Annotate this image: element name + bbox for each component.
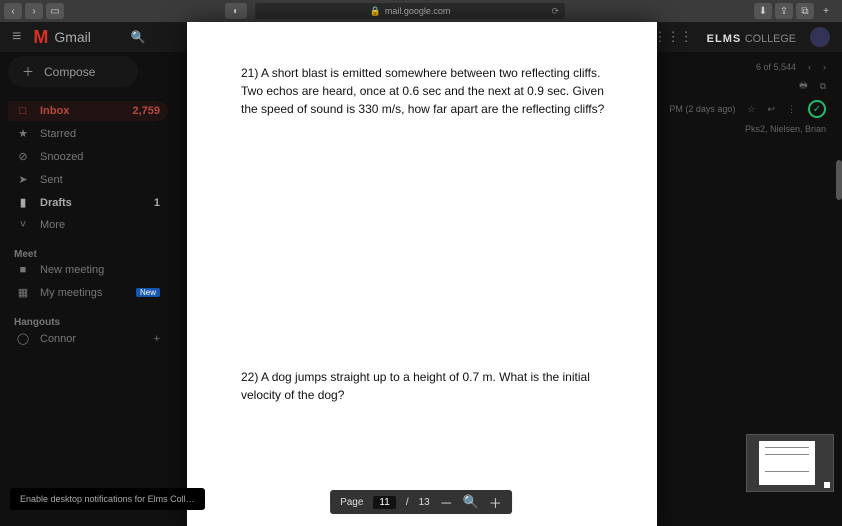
chevron-down-icon: ˅ (16, 219, 30, 231)
gmail-brand: Gmail (54, 29, 91, 45)
pdf-toolbar: Page 11 / 13 － 🔍 ＋ (330, 490, 512, 514)
reload-icon[interactable]: ⟳ (551, 6, 559, 17)
address-url: mail.google.com (385, 6, 451, 16)
zoom-out-button[interactable]: － (440, 493, 453, 512)
browser-toolbar: ‹ › ▭ ◐ 🔒 mail.google.com ⟳ ⬇ ⇪ ⧉ + (0, 0, 842, 22)
reader-mode-button[interactable]: ◐ (225, 3, 247, 19)
pager-text: 6 of 5,544 (756, 62, 796, 72)
sidebar-item-label: Drafts (40, 197, 144, 209)
mail-toolbar-faint: 6 of 5,544 ‹ › 🖶 ⧉ PM (2 days ago) ☆ ↩ ⋮… (656, 62, 826, 140)
sidebar-item-label: Sent (40, 174, 160, 186)
print-icon[interactable]: 🖶 (799, 78, 808, 94)
thumbnail-page (759, 441, 815, 485)
pdf-page-current[interactable]: 11 (373, 496, 395, 509)
toast-text: Enable desktop notifications for Elms Co… (20, 494, 195, 504)
tabs-button[interactable]: ⧉ (796, 3, 814, 19)
verified-icon: ✓ (808, 100, 826, 118)
download-button[interactable]: ⬇ (754, 3, 772, 19)
sidebar-item-new-meeting[interactable]: ■ New meeting (8, 260, 168, 280)
scrollbar-thumb[interactable] (836, 160, 842, 200)
inbox-count: 2,759 (132, 105, 160, 117)
sidebar-item-label: Connor (40, 333, 144, 345)
sidebar-item-sent[interactable]: ➤ Sent (8, 169, 168, 190)
star-outline-icon[interactable]: ☆ (747, 104, 755, 115)
share-button[interactable]: ⇪ (775, 3, 793, 19)
sidebar-item-label: Inbox (40, 105, 122, 117)
menu-icon[interactable]: ≡ (12, 28, 21, 46)
sidebar-item-label: My meetings (40, 287, 126, 299)
gmail-m-icon: M (33, 27, 48, 48)
new-tab-button[interactable]: + (817, 3, 835, 19)
zoom-reset-button[interactable]: 🔍 (463, 494, 479, 510)
sidebar-item-label: Snoozed (40, 151, 160, 163)
next-button[interactable]: › (823, 62, 826, 72)
more-icon[interactable]: ⋮ (787, 104, 796, 115)
meet-section-title: Meet (8, 249, 168, 260)
sidebar-item-starred[interactable]: ★ Starred (8, 123, 168, 144)
sidebar-item-hangouts-user[interactable]: ◯ Connor + (8, 328, 168, 349)
sidebar-toggle-button[interactable]: ▭ (46, 3, 64, 19)
sidebar-item-label: Starred (40, 128, 160, 140)
pdf-thumbnail[interactable] (746, 434, 834, 492)
pdf-document: 21) A short blast is emitted somewhere b… (187, 22, 657, 526)
back-button[interactable]: ‹ (4, 3, 22, 19)
thumbnail-resize-handle[interactable] (824, 482, 830, 488)
lock-icon: 🔒 (370, 6, 381, 17)
mail-meta-time: PM (2 days ago) (669, 104, 735, 114)
avatar[interactable] (810, 27, 830, 47)
video-icon: ■ (16, 264, 30, 276)
pdf-page-total: 13 (419, 497, 430, 508)
popout-icon[interactable]: ⧉ (820, 81, 826, 92)
search-icon[interactable]: 🔍 (131, 30, 146, 44)
sidebar-item-label: New meeting (40, 264, 160, 276)
star-icon: ★ (16, 127, 30, 140)
clock-icon: ⊘ (16, 150, 30, 163)
prev-button[interactable]: ‹ (808, 62, 811, 72)
mail-meta-from: Pks2, Nielsen, Brian (745, 124, 826, 134)
forward-button[interactable]: › (25, 3, 43, 19)
sidebar-item-more[interactable]: ˅ More (8, 215, 168, 235)
user-icon: ◯ (16, 332, 30, 345)
hangouts-section-title: Hangouts (8, 317, 168, 328)
address-bar[interactable]: 🔒 mail.google.com ⟳ (255, 3, 565, 19)
question-22: 22) A dog jumps straight up to a height … (241, 368, 611, 404)
sent-icon: ➤ (16, 173, 30, 186)
meetings-icon: ▦ (16, 286, 30, 299)
compose-button[interactable]: ＋ Compose (8, 56, 138, 87)
sidebar-item-my-meetings[interactable]: ▦ My meetings New (8, 282, 168, 303)
gmail-logo: M Gmail (33, 27, 91, 48)
plus-icon[interactable]: + (154, 333, 160, 345)
notification-toast[interactable]: Enable desktop notifications for Elms Co… (10, 488, 205, 510)
sidebar-item-drafts[interactable]: ▮ Drafts 1 (8, 192, 168, 213)
drafts-count: 1 (154, 197, 160, 209)
pdf-page-sep: / (406, 497, 409, 508)
sidebar-item-snoozed[interactable]: ⊘ Snoozed (8, 146, 168, 167)
compose-label: Compose (44, 65, 95, 79)
sidebar-item-inbox[interactable]: □ Inbox 2,759 (8, 101, 168, 121)
sidebar-item-label: More (40, 219, 160, 231)
plus-icon: ＋ (22, 63, 34, 80)
elms-logo: ELMS COLLEGE (707, 30, 796, 45)
zoom-in-button[interactable]: ＋ (489, 493, 502, 512)
gmail-sidebar: ＋ Compose □ Inbox 2,759 ★ Starred ⊘ Snoo… (8, 56, 168, 351)
reply-icon[interactable]: ↩ (767, 104, 775, 115)
inbox-icon: □ (16, 105, 30, 117)
pdf-page-label: Page (340, 497, 363, 508)
drafts-icon: ▮ (16, 196, 30, 209)
question-21: 21) A short blast is emitted somewhere b… (241, 64, 611, 118)
apps-icon[interactable]: ⋮⋮⋮ (654, 29, 693, 45)
new-badge: New (136, 288, 160, 297)
